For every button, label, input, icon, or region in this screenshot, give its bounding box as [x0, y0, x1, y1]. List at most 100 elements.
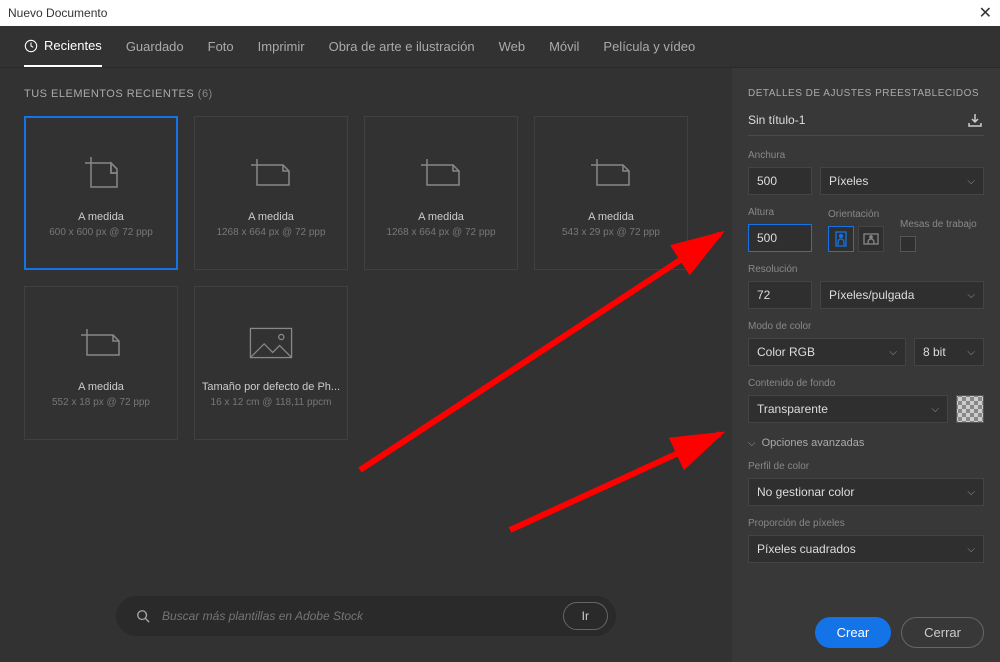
width-label: Anchura	[748, 150, 984, 161]
image-icon	[247, 319, 295, 367]
resolution-label: Resolución	[748, 264, 984, 275]
stock-search-input[interactable]	[162, 609, 551, 623]
search-icon	[136, 609, 150, 623]
bgcontent-value: Transparente	[757, 402, 828, 416]
tab-label: Obra de arte e ilustración	[329, 39, 475, 54]
preset-size: 552 x 18 px @ 72 ppp	[52, 397, 150, 408]
preset-size: 543 x 29 px @ 72 ppp	[562, 227, 660, 238]
document-icon	[417, 149, 465, 197]
artboards-checkbox[interactable]	[900, 236, 916, 252]
preset-item[interactable]: A medida 600 x 600 px @ 72 ppp	[24, 116, 178, 270]
category-tabs: Recientes Guardado Foto Imprimir Obra de…	[0, 26, 1000, 68]
tab-photo[interactable]: Foto	[208, 27, 234, 66]
document-icon	[587, 149, 635, 197]
recents-heading: TUS ELEMENTOS RECIENTES (6)	[24, 88, 708, 100]
clock-icon	[24, 39, 38, 53]
colormode-select[interactable]: Color RGB ⌵	[748, 338, 906, 366]
recents-count: (6)	[198, 88, 213, 100]
tab-recents[interactable]: Recientes	[24, 26, 102, 67]
tab-label: Móvil	[549, 39, 579, 54]
window-close-button[interactable]: ✕	[979, 3, 992, 23]
preset-name: A medida	[418, 211, 464, 223]
tab-label: Película y vídeo	[603, 39, 695, 54]
resolution-unit-value: Píxeles/pulgada	[829, 288, 914, 302]
colordepth-value: 8 bit	[923, 345, 946, 359]
save-preset-icon[interactable]	[966, 111, 984, 129]
advanced-label: Opciones avanzadas	[762, 437, 865, 449]
tab-film[interactable]: Película y vídeo	[603, 27, 695, 66]
tab-print[interactable]: Imprimir	[258, 27, 305, 66]
preset-size: 1268 x 664 px @ 72 ppp	[386, 227, 495, 238]
tab-label: Web	[499, 39, 526, 54]
presets-panel: TUS ELEMENTOS RECIENTES (6) A medida 600…	[0, 68, 732, 662]
resolution-unit-select[interactable]: Píxeles/pulgada ⌵	[820, 281, 984, 309]
colorprofile-label: Perfil de color	[748, 461, 984, 472]
create-button[interactable]: Crear	[815, 617, 892, 648]
document-icon	[77, 319, 125, 367]
preset-name: A medida	[588, 211, 634, 223]
chevron-down-icon: ⌵	[748, 438, 756, 449]
preset-name: Tamaño por defecto de Ph...	[202, 381, 340, 393]
bgcontent-label: Contenido de fondo	[748, 378, 984, 389]
resolution-input[interactable]	[748, 281, 812, 309]
tab-saved[interactable]: Guardado	[126, 27, 184, 66]
presets-grid: A medida 600 x 600 px @ 72 ppp A medida …	[24, 116, 708, 440]
colormode-label: Modo de color	[748, 321, 984, 332]
bgcontent-select[interactable]: Transparente ⌵	[748, 395, 948, 423]
details-header: DETALLES DE AJUSTES PREESTABLECIDOS	[748, 88, 984, 99]
chevron-down-icon: ⌵	[967, 347, 975, 358]
document-name-input[interactable]: Sin título-1	[748, 113, 805, 127]
portrait-icon	[834, 231, 848, 247]
tab-label: Imprimir	[258, 39, 305, 54]
chevron-down-icon: ⌵	[967, 487, 975, 498]
preset-details-panel: DETALLES DE AJUSTES PREESTABLECIDOS Sin …	[732, 68, 1000, 662]
stock-search-bar: Ir	[116, 596, 616, 636]
stock-search-go-button[interactable]: Ir	[563, 602, 608, 630]
preset-name: A medida	[248, 211, 294, 223]
colormode-value: Color RGB	[757, 345, 815, 359]
width-unit-select[interactable]: Píxeles ⌵	[820, 167, 984, 195]
preset-size: 16 x 12 cm @ 118,11 ppcm	[211, 397, 332, 408]
recents-heading-text: TUS ELEMENTOS RECIENTES	[24, 88, 194, 100]
tab-art[interactable]: Obra de arte e ilustración	[329, 27, 475, 66]
close-button[interactable]: Cerrar	[901, 617, 984, 648]
tab-label: Guardado	[126, 39, 184, 54]
width-unit-value: Píxeles	[829, 174, 868, 188]
tab-mobile[interactable]: Móvil	[549, 27, 579, 66]
chevron-down-icon: ⌵	[967, 544, 975, 555]
artboards-label: Mesas de trabajo	[900, 219, 977, 230]
preset-item[interactable]: A medida 1268 x 664 px @ 72 ppp	[194, 116, 348, 270]
chevron-down-icon: ⌵	[931, 404, 939, 415]
pixelratio-label: Proporción de píxeles	[748, 518, 984, 529]
tab-web[interactable]: Web	[499, 27, 526, 66]
preset-name: A medida	[78, 381, 124, 393]
colorprofile-value: No gestionar color	[757, 485, 854, 499]
document-icon	[77, 149, 125, 197]
chevron-down-icon: ⌵	[889, 347, 897, 358]
pixelratio-value: Píxeles cuadrados	[757, 542, 856, 556]
width-input[interactable]	[748, 167, 812, 195]
preset-size: 600 x 600 px @ 72 ppp	[49, 227, 153, 238]
window-title: Nuevo Documento	[8, 6, 107, 20]
height-input[interactable]	[748, 224, 812, 252]
colorprofile-select[interactable]: No gestionar color ⌵	[748, 478, 984, 506]
orientation-label: Orientación	[828, 209, 884, 220]
document-icon	[247, 149, 295, 197]
landscape-icon	[863, 232, 879, 246]
footer-buttons: Crear Cerrar	[815, 617, 984, 648]
chevron-down-icon: ⌵	[967, 176, 975, 187]
colordepth-select[interactable]: 8 bit ⌵	[914, 338, 984, 366]
preset-item[interactable]: A medida 1268 x 664 px @ 72 ppp	[364, 116, 518, 270]
orientation-portrait-button[interactable]	[828, 226, 854, 252]
bgcolor-swatch[interactable]	[956, 395, 984, 423]
tab-label: Foto	[208, 39, 234, 54]
advanced-options-toggle[interactable]: ⌵ Opciones avanzadas	[748, 437, 984, 449]
preset-item[interactable]: A medida 552 x 18 px @ 72 ppp	[24, 286, 178, 440]
height-label: Altura	[748, 207, 812, 218]
preset-item[interactable]: A medida 543 x 29 px @ 72 ppp	[534, 116, 688, 270]
preset-size: 1268 x 664 px @ 72 ppp	[216, 227, 325, 238]
pixelratio-select[interactable]: Píxeles cuadrados ⌵	[748, 535, 984, 563]
preset-name: A medida	[78, 211, 124, 223]
orientation-landscape-button[interactable]	[858, 226, 884, 252]
preset-item[interactable]: Tamaño por defecto de Ph... 16 x 12 cm @…	[194, 286, 348, 440]
